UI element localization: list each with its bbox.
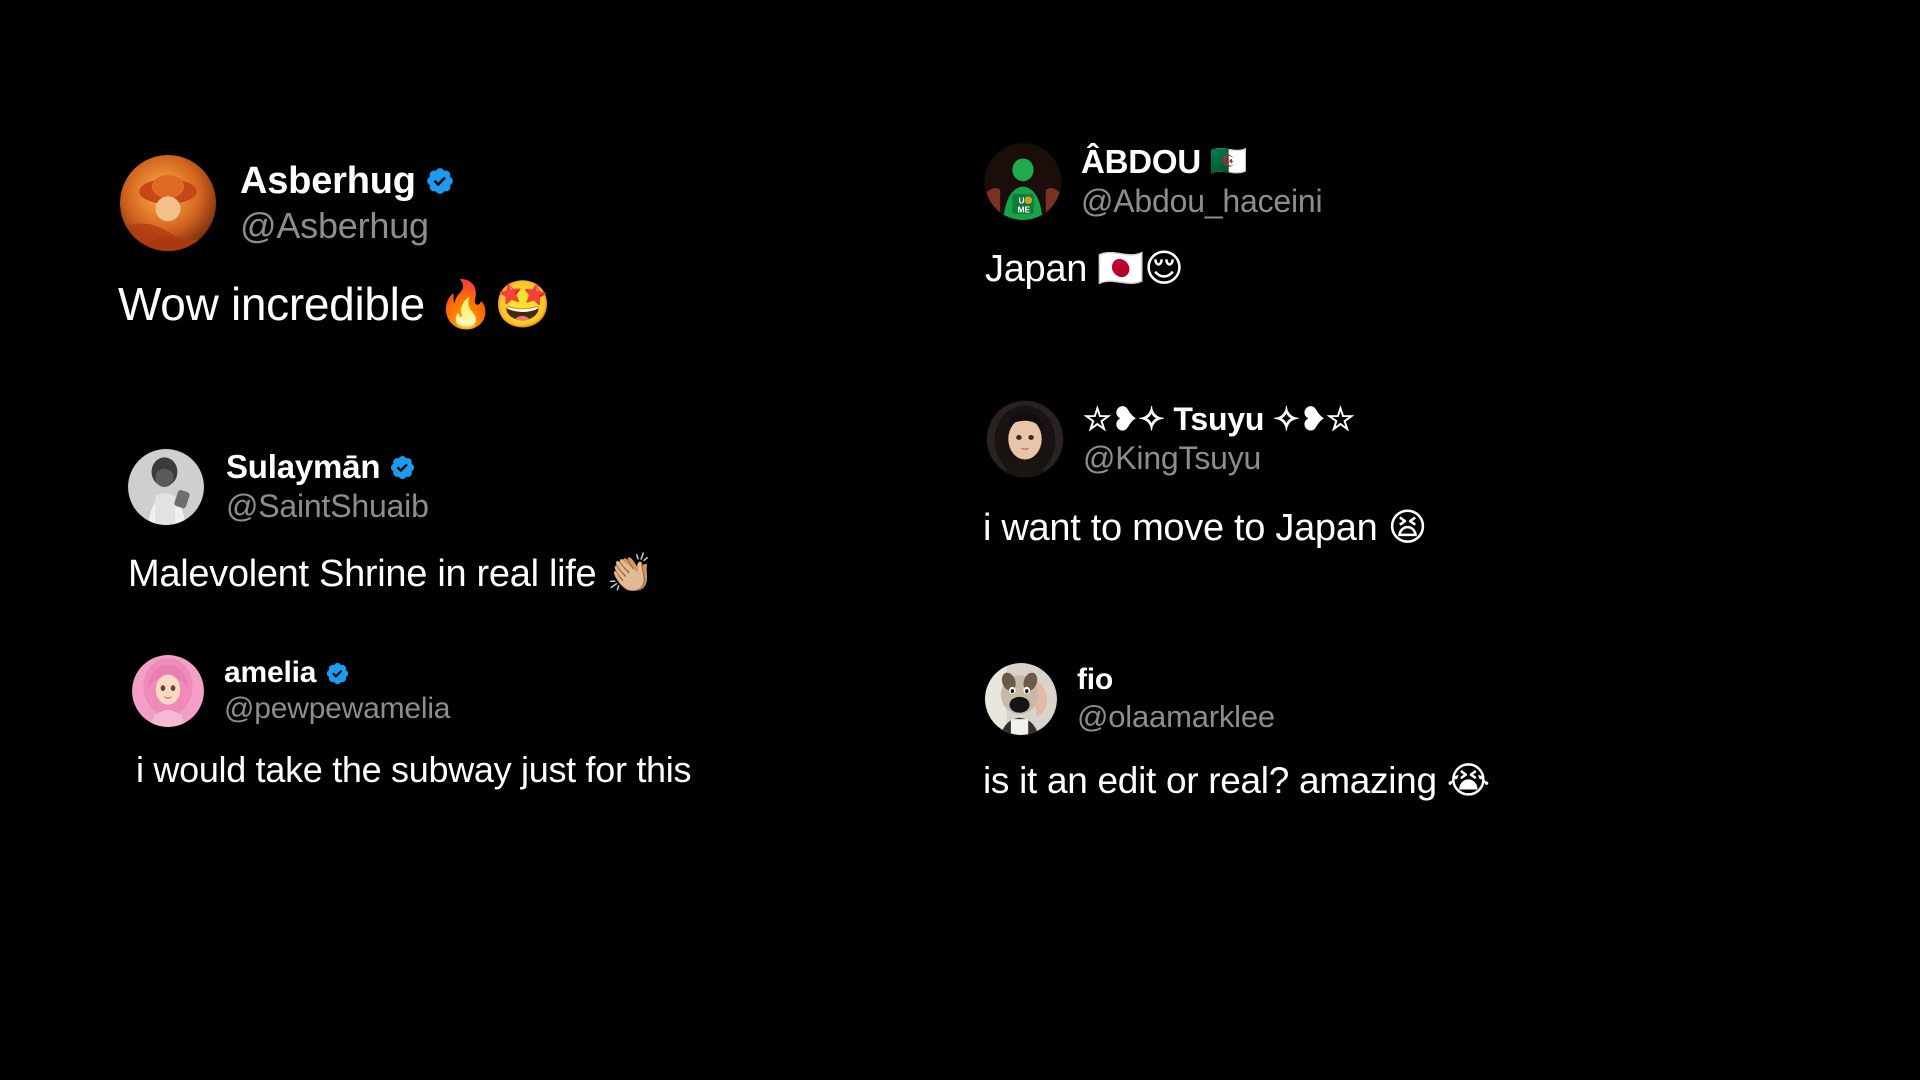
reply-text-emoji: 🇯🇵😌: [1097, 246, 1184, 290]
user-handle[interactable]: @Asberhug: [240, 205, 455, 247]
reply-item[interactable]: Asberhug @Asberhug Wow incredible 🔥🤩: [118, 155, 960, 332]
display-name: Asberhug: [240, 159, 416, 202]
identity-block: Asberhug @Asberhug: [240, 160, 455, 247]
svg-text:ME: ME: [1018, 204, 1031, 214]
reply-text-body: Japan: [985, 248, 1098, 290]
reply-item[interactable]: amelia @pewpewamelia i would take the su…: [132, 655, 972, 791]
reply-text: Japan 🇯🇵😌: [985, 246, 1825, 291]
verified-badge-icon: [389, 454, 416, 481]
name-line: fio: [1077, 663, 1275, 697]
reply-text-body: i want to move to Japan: [983, 507, 1388, 549]
identity-block: amelia @pewpewamelia: [224, 656, 450, 726]
display-name: fio: [1077, 663, 1114, 696]
avatar[interactable]: [120, 155, 216, 251]
avatar[interactable]: [985, 663, 1057, 735]
screenshot-root: Asberhug @Asberhug Wow incredible 🔥🤩 Sul…: [0, 0, 1920, 1080]
user-handle[interactable]: @SaintShuaib: [226, 488, 429, 525]
reply-text: is it an edit or real? amazing 😭: [983, 759, 1825, 802]
reply-header[interactable]: Sulaymān @SaintShuaib: [128, 448, 968, 525]
reply-item[interactable]: fio @olaamarklee is it an edit or real? …: [983, 663, 1825, 802]
display-name: amelia: [224, 656, 317, 689]
reply-header[interactable]: U ME ÂBDOU 🇩🇿 @Abdou_haceini: [985, 143, 1825, 220]
identity-block: ☆❥✧ Tsuyu ✧❥☆ @KingTsuyu: [1083, 400, 1355, 477]
user-handle[interactable]: @olaamarklee: [1077, 699, 1275, 735]
reply-column-right: U ME ÂBDOU 🇩🇿 @Abdou_haceini Japan 🇯🇵😌 ☆…: [983, 0, 1827, 1080]
reply-text-emoji: 🔥🤩: [437, 277, 552, 331]
display-name: ÂBDOU: [1081, 143, 1201, 180]
verified-badge-icon: [425, 166, 455, 196]
name-line: ☆❥✧ Tsuyu ✧❥☆: [1083, 400, 1355, 438]
identity-block: Sulaymān @SaintShuaib: [226, 448, 429, 525]
name-line: Sulaymān: [226, 448, 429, 486]
identity-block: ÂBDOU 🇩🇿 @Abdou_haceini: [1081, 143, 1323, 220]
name-line: amelia: [224, 656, 450, 690]
display-name: ☆❥✧ Tsuyu ✧❥☆: [1083, 401, 1355, 437]
reply-item[interactable]: U ME ÂBDOU 🇩🇿 @Abdou_haceini Japan 🇯🇵😌: [985, 143, 1825, 291]
name-line: Asberhug: [240, 160, 455, 203]
reply-text: i want to move to Japan 😫: [983, 505, 1827, 550]
reply-column-left: Asberhug @Asberhug Wow incredible 🔥🤩 Sul…: [118, 0, 960, 1080]
avatar[interactable]: [987, 400, 1063, 477]
reply-header[interactable]: Asberhug @Asberhug: [120, 155, 960, 251]
reply-header[interactable]: amelia @pewpewamelia: [132, 655, 972, 727]
reply-header[interactable]: fio @olaamarklee: [985, 663, 1825, 735]
reply-item[interactable]: ☆❥✧ Tsuyu ✧❥☆ @KingTsuyu i want to move …: [983, 400, 1827, 550]
reply-text: Wow incredible 🔥🤩: [118, 277, 960, 332]
avatar[interactable]: [128, 448, 204, 525]
reply-item[interactable]: Sulaymān @SaintShuaib Malevolent Shrine …: [128, 448, 968, 596]
avatar[interactable]: [132, 655, 204, 727]
verified-badge-icon: [325, 661, 350, 686]
reply-text-emoji: 😫: [1387, 505, 1428, 549]
name-line: ÂBDOU 🇩🇿: [1081, 143, 1322, 181]
reply-header[interactable]: ☆❥✧ Tsuyu ✧❥☆ @KingTsuyu: [987, 400, 1827, 477]
reply-text: Malevolent Shrine in real life 👏🏼: [128, 551, 968, 596]
display-name: Sulaymān: [226, 448, 381, 485]
reply-text-emoji: 👏🏼: [606, 551, 654, 595]
reply-text-body: Wow incredible: [118, 278, 438, 330]
reply-text-emoji: 😭: [1446, 759, 1490, 802]
reply-text-body: is it an edit or real? amazing: [983, 760, 1447, 801]
identity-block: fio @olaamarklee: [1077, 663, 1275, 735]
country-flag-emoji: 🇩🇿: [1210, 144, 1248, 179]
reply-text-body: i would take the subway just for this: [136, 749, 692, 790]
user-handle[interactable]: @Abdou_haceini: [1081, 183, 1323, 220]
user-handle[interactable]: @pewpewamelia: [224, 692, 450, 726]
reply-text: i would take the subway just for this: [136, 749, 972, 791]
reply-text-body: Malevolent Shrine in real life: [128, 553, 607, 595]
avatar[interactable]: U ME: [985, 143, 1061, 220]
user-handle[interactable]: @KingTsuyu: [1083, 440, 1355, 477]
